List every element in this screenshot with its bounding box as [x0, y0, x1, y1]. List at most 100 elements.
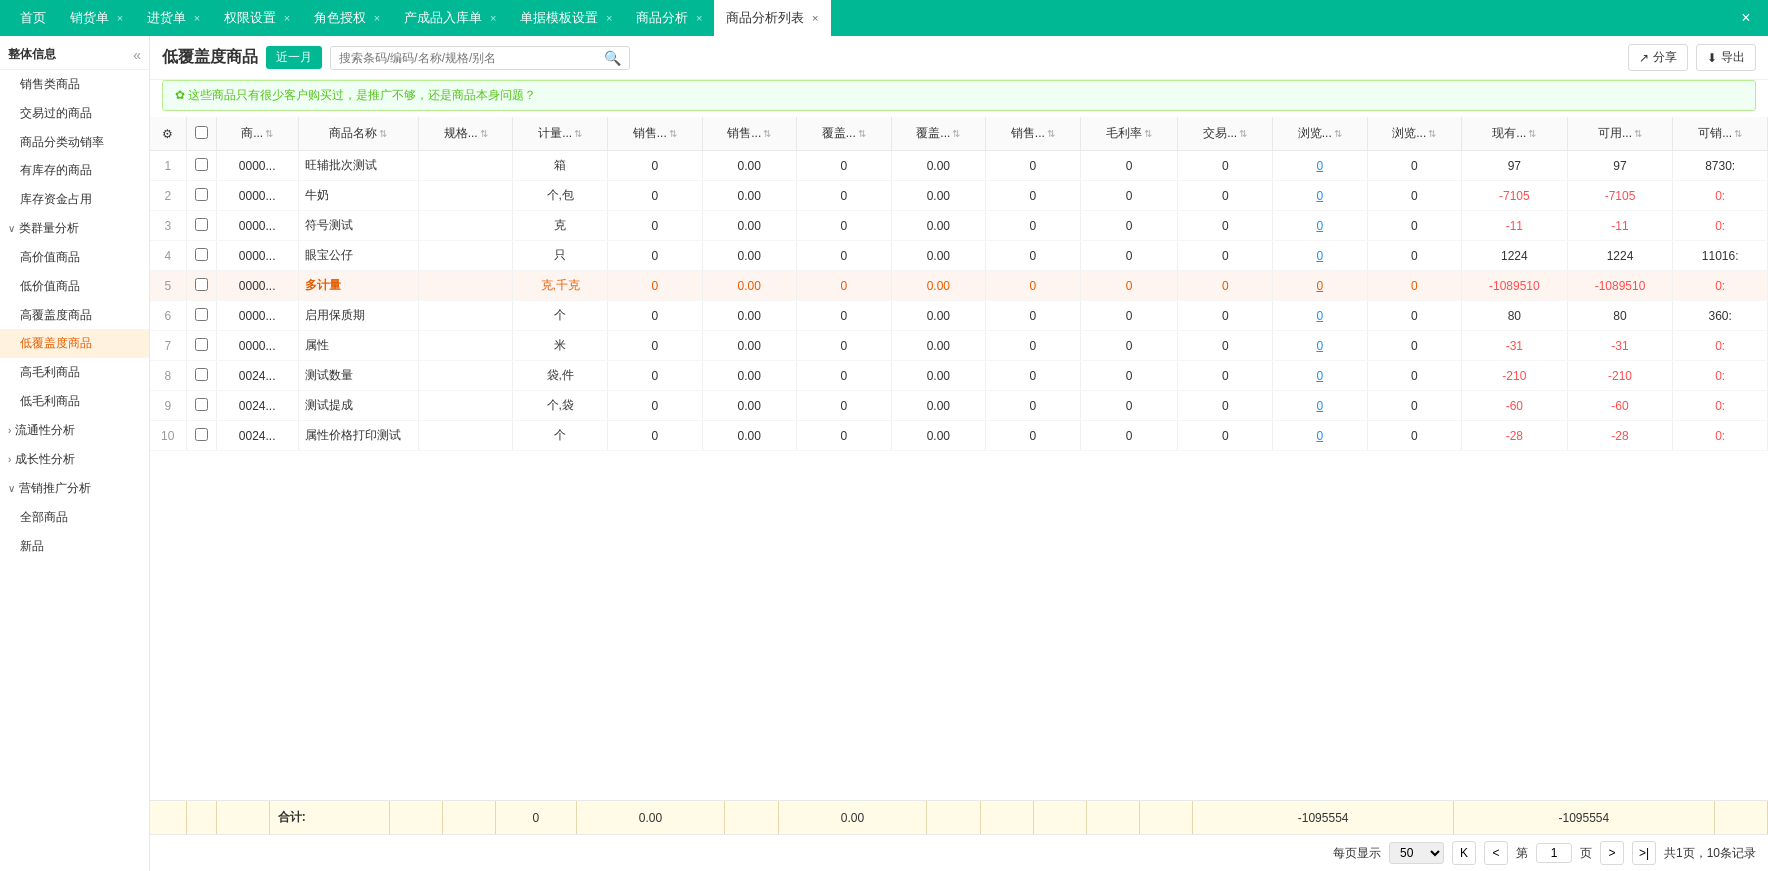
row-select-checkbox[interactable]: [195, 338, 208, 351]
row-browse1[interactable]: 0: [1272, 421, 1367, 451]
row-checkbox[interactable]: [186, 211, 216, 241]
row-browse1[interactable]: 0: [1272, 301, 1367, 331]
col-browse1[interactable]: 浏览...⇅: [1272, 117, 1367, 151]
sidebar-item-all-goods[interactable]: 全部商品: [0, 503, 149, 532]
prev-page-btn[interactable]: <: [1484, 841, 1508, 865]
row-browse1[interactable]: 0: [1272, 151, 1367, 181]
row-select-checkbox[interactable]: [195, 428, 208, 441]
sidebar-item-instock-goods[interactable]: 有库存的商品: [0, 156, 149, 185]
col-browse2[interactable]: 浏览...⇅: [1367, 117, 1462, 151]
col-gross[interactable]: 毛利率⇅: [1080, 117, 1178, 151]
row-select-checkbox[interactable]: [195, 158, 208, 171]
col-checkbox[interactable]: [186, 117, 216, 151]
row-select-checkbox[interactable]: [195, 278, 208, 291]
window-close-btn[interactable]: ×: [1732, 4, 1760, 32]
sidebar-item-category-rate[interactable]: 商品分类动销率: [0, 128, 149, 157]
col-cover1[interactable]: 覆盖...⇅: [797, 117, 892, 151]
col-name[interactable]: 商品名称⇅: [298, 117, 418, 151]
page-size-select[interactable]: 50 10 20 100: [1389, 842, 1444, 864]
sidebar-item-traded-goods[interactable]: 交易过的商品: [0, 99, 149, 128]
sidebar-section-circulation[interactable]: › 流通性分析: [0, 416, 149, 445]
first-page-btn[interactable]: K: [1452, 841, 1476, 865]
sidebar-item-high-value[interactable]: 高价值商品: [0, 243, 149, 272]
row-browse1[interactable]: 0: [1272, 391, 1367, 421]
col-sales-qty[interactable]: 销售...⇅: [607, 117, 702, 151]
col-settings[interactable]: ⚙: [150, 117, 186, 151]
table-container[interactable]: ⚙ 商...⇅ 商品名称⇅ 规格...⇅ 计量...⇅ 销售...⇅ 销售...…: [150, 117, 1768, 800]
sidebar-item-low-coverage[interactable]: 低覆盖度商品: [0, 329, 149, 358]
next-page-btn[interactable]: >: [1600, 841, 1624, 865]
nav-item-analysis[interactable]: 商品分析 ×: [624, 0, 714, 36]
sidebar-section-marketing[interactable]: ∨ 营销推广分析: [0, 474, 149, 503]
nav-close-analysis[interactable]: ×: [696, 12, 702, 24]
col-available[interactable]: 可用...⇅: [1567, 117, 1673, 151]
col-current[interactable]: 现有...⇅: [1462, 117, 1568, 151]
nav-close-sales[interactable]: ×: [117, 12, 123, 24]
search-icon[interactable]: 🔍: [604, 50, 621, 66]
nav-item-products[interactable]: 产成品入库单 ×: [392, 0, 508, 36]
nav-item-templates[interactable]: 单据模板设置 ×: [508, 0, 624, 36]
row-checkbox[interactable]: [186, 241, 216, 271]
nav-item-purchase[interactable]: 进货单 ×: [135, 0, 212, 36]
search-input[interactable]: [339, 51, 604, 65]
col-sales-amt[interactable]: 销售...⇅: [702, 117, 797, 151]
nav-close-templates[interactable]: ×: [606, 12, 612, 24]
row-checkbox[interactable]: [186, 151, 216, 181]
col-spec[interactable]: 规格...⇅: [418, 117, 513, 151]
col-cover2[interactable]: 覆盖...⇅: [891, 117, 986, 151]
row-browse1[interactable]: 0: [1272, 271, 1367, 301]
last-page-btn[interactable]: >|: [1632, 841, 1656, 865]
sidebar-item-low-profit[interactable]: 低毛利商品: [0, 387, 149, 416]
row-select-checkbox[interactable]: [195, 398, 208, 411]
nav-close-analysis-list[interactable]: ×: [812, 12, 818, 24]
col-trade[interactable]: 交易...⇅: [1178, 117, 1273, 151]
sidebar-item-high-coverage[interactable]: 高覆盖度商品: [0, 301, 149, 330]
row-select-checkbox[interactable]: [195, 188, 208, 201]
col-unit[interactable]: 计量...⇅: [513, 117, 608, 151]
row-checkbox[interactable]: [186, 271, 216, 301]
sidebar-section-growth[interactable]: › 成长性分析: [0, 445, 149, 474]
row-browse1[interactable]: 0: [1272, 331, 1367, 361]
col-sales3[interactable]: 销售...⇅: [986, 117, 1081, 151]
sidebar-collapse-icon[interactable]: «: [133, 47, 141, 63]
sidebar-item-sales-goods[interactable]: 销售类商品: [0, 70, 149, 99]
sidebar-item-capital[interactable]: 库存资金占用: [0, 185, 149, 214]
row-select-checkbox[interactable]: [195, 248, 208, 261]
export-button[interactable]: ⬇ 导出: [1696, 44, 1756, 71]
row-checkbox[interactable]: [186, 361, 216, 391]
sidebar-item-new-goods[interactable]: 新品: [0, 532, 149, 561]
row-browse1[interactable]: 0: [1272, 241, 1367, 271]
share-button[interactable]: ↗ 分享: [1628, 44, 1688, 71]
nav-item-roles[interactable]: 角色授权 ×: [302, 0, 392, 36]
nav-item-home[interactable]: 首页: [8, 0, 58, 36]
nav-close-roles[interactable]: ×: [374, 12, 380, 24]
row-browse1[interactable]: 0: [1272, 361, 1367, 391]
sidebar-item-low-value[interactable]: 低价值商品: [0, 272, 149, 301]
col-code[interactable]: 商...⇅: [216, 117, 298, 151]
sidebar-section-group-analysis[interactable]: ∨ 类群量分析: [0, 214, 149, 243]
nav-item-analysis-list[interactable]: 商品分析列表 ×: [714, 0, 830, 36]
sidebar-item-high-profit[interactable]: 高毛利商品: [0, 358, 149, 387]
nav-close-purchase[interactable]: ×: [194, 12, 200, 24]
nav-item-permissions[interactable]: 权限设置 ×: [212, 0, 302, 36]
row-current: -210: [1462, 361, 1568, 391]
row-select-checkbox[interactable]: [195, 308, 208, 321]
row-checkbox[interactable]: [186, 391, 216, 421]
row-browse1[interactable]: 0: [1272, 181, 1367, 211]
nav-close-permissions[interactable]: ×: [284, 12, 290, 24]
top-navigation: 首页 销货单 × 进货单 × 权限设置 × 角色授权 × 产成品入库单 × 单据…: [0, 0, 1768, 36]
page-input[interactable]: [1536, 843, 1572, 863]
row-checkbox[interactable]: [186, 421, 216, 451]
row-select-checkbox[interactable]: [195, 368, 208, 381]
row-select-checkbox[interactable]: [195, 218, 208, 231]
total-cover2: 0.00: [778, 801, 927, 834]
nav-close-products[interactable]: ×: [490, 12, 496, 24]
row-checkbox[interactable]: [186, 301, 216, 331]
row-browse1[interactable]: 0: [1272, 211, 1367, 241]
nav-item-sales[interactable]: 销货单 ×: [58, 0, 135, 36]
col-saleable[interactable]: 可销...⇅: [1673, 117, 1768, 151]
row-checkbox[interactable]: [186, 331, 216, 361]
date-filter-btn[interactable]: 近一月: [266, 46, 322, 69]
select-all-checkbox[interactable]: [195, 126, 208, 139]
row-checkbox[interactable]: [186, 181, 216, 211]
